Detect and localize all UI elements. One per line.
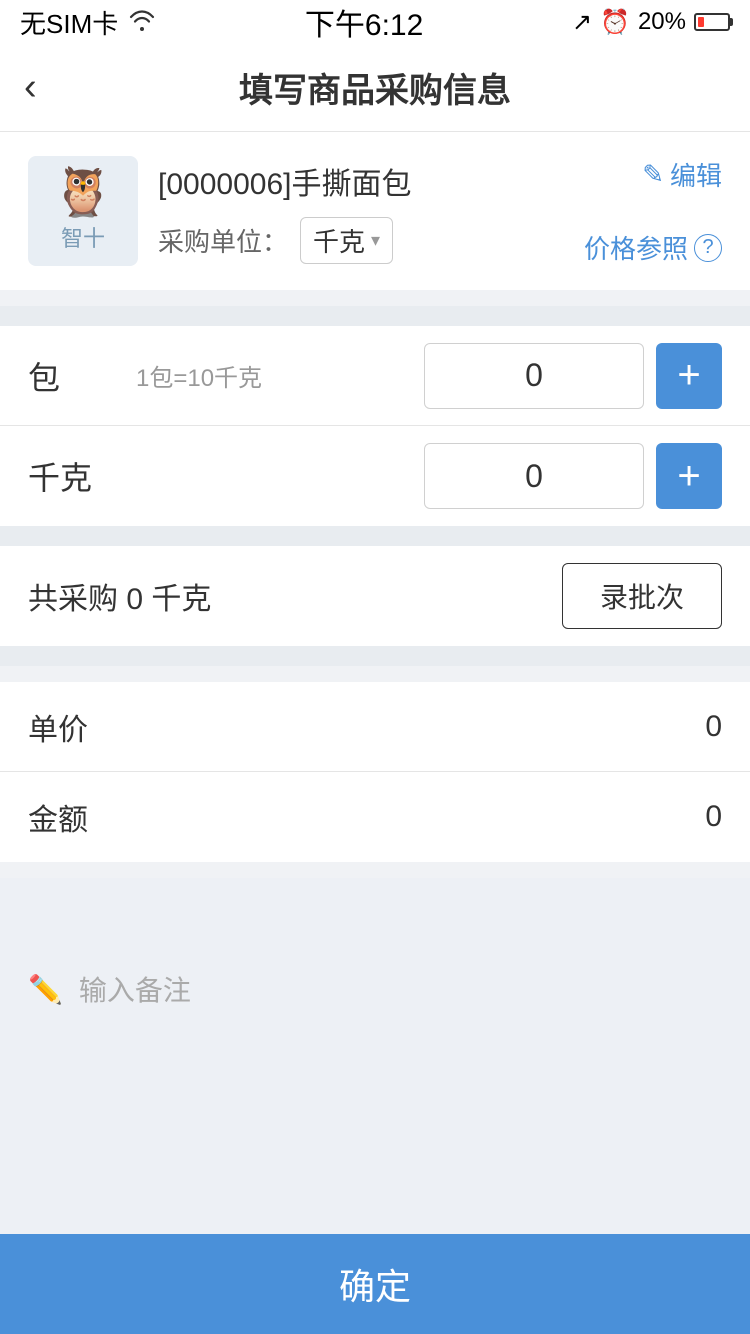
section-divider-2: [0, 526, 750, 546]
status-right: ↗ ⏰ 20%: [572, 8, 730, 37]
edit-icon: ✎: [642, 159, 664, 190]
confirm-button[interactable]: 确定: [0, 1234, 750, 1334]
unit-value: 千克: [313, 222, 365, 259]
content-background: [0, 1100, 750, 1234]
price-reference-button[interactable]: 价格参照 ?: [584, 229, 722, 266]
product-owl-icon: 🦉: [53, 169, 113, 217]
amount-label: 金额: [28, 795, 88, 839]
location-icon: ↗: [572, 8, 592, 37]
status-time: 下午6:12: [305, 0, 423, 44]
product-image: 🦉 智十: [28, 156, 138, 266]
nav-bar: ‹ 填写商品采购信息: [0, 44, 750, 132]
kg-input-row: 千克 0 +: [0, 426, 750, 526]
remark-section[interactable]: ✏️ 输入备注: [0, 878, 750, 1100]
product-card: 🦉 智十 [0000006]手撕面包 采购单位： 千克 ▾ ✎ 编辑 价格参照 …: [0, 132, 750, 290]
bao-qty-input[interactable]: 0: [424, 343, 644, 409]
page-title: 填写商品采购信息: [239, 63, 511, 112]
product-img-label: 智十: [61, 221, 105, 253]
alarm-icon: ⏰: [600, 8, 630, 37]
unit-label: 采购单位：: [158, 222, 288, 259]
chevron-down-icon: ▾: [371, 230, 380, 251]
wifi-icon: [128, 7, 156, 38]
kg-label: 千克: [28, 453, 128, 499]
price-section: 单价 0 金额 0: [0, 682, 750, 862]
remark-placeholder: 输入备注: [79, 969, 191, 1009]
amount-value: 0: [705, 800, 722, 834]
main-content: 🦉 智十 [0000006]手撕面包 采购单位： 千克 ▾ ✎ 编辑 价格参照 …: [0, 132, 750, 1234]
bao-plus-button[interactable]: +: [656, 343, 722, 409]
status-carrier: 无SIM卡: [20, 4, 156, 41]
edit-button[interactable]: ✎ 编辑: [642, 156, 722, 193]
bao-input-row: 包 1包=10千克 0 +: [0, 326, 750, 426]
unit-price-row: 单价 0: [0, 682, 750, 772]
bao-sublabel: 1包=10千克: [136, 358, 262, 393]
pencil-icon: ✏️: [28, 973, 63, 1006]
amount-row: 金额 0: [0, 772, 750, 862]
back-button[interactable]: ‹: [24, 66, 37, 109]
battery-percent: 20%: [638, 8, 686, 36]
status-bar: 无SIM卡 下午6:12 ↗ ⏰ 20%: [0, 0, 750, 44]
unit-price-value: 0: [705, 710, 722, 744]
product-name: [0000006]手撕面包: [158, 159, 722, 203]
kg-plus-button[interactable]: +: [656, 443, 722, 509]
input-section: 包 1包=10千克 0 + 千克 0 +: [0, 326, 750, 526]
record-batch-button[interactable]: 录批次: [562, 563, 722, 629]
battery-icon: [694, 13, 730, 31]
summary-row: 共采购 0 千克 录批次: [0, 546, 750, 646]
summary-section: 共采购 0 千克 录批次: [0, 546, 750, 646]
unit-select[interactable]: 千克 ▾: [300, 217, 393, 264]
carrier-text: 无SIM卡: [20, 4, 118, 41]
kg-qty-input[interactable]: 0: [424, 443, 644, 509]
help-icon: ?: [694, 234, 722, 262]
section-divider-1: [0, 306, 750, 326]
unit-price-label: 单价: [28, 705, 88, 749]
bao-label: 包: [28, 353, 128, 399]
section-divider-3: [0, 646, 750, 666]
summary-label: 共采购 0 千克: [28, 574, 211, 618]
